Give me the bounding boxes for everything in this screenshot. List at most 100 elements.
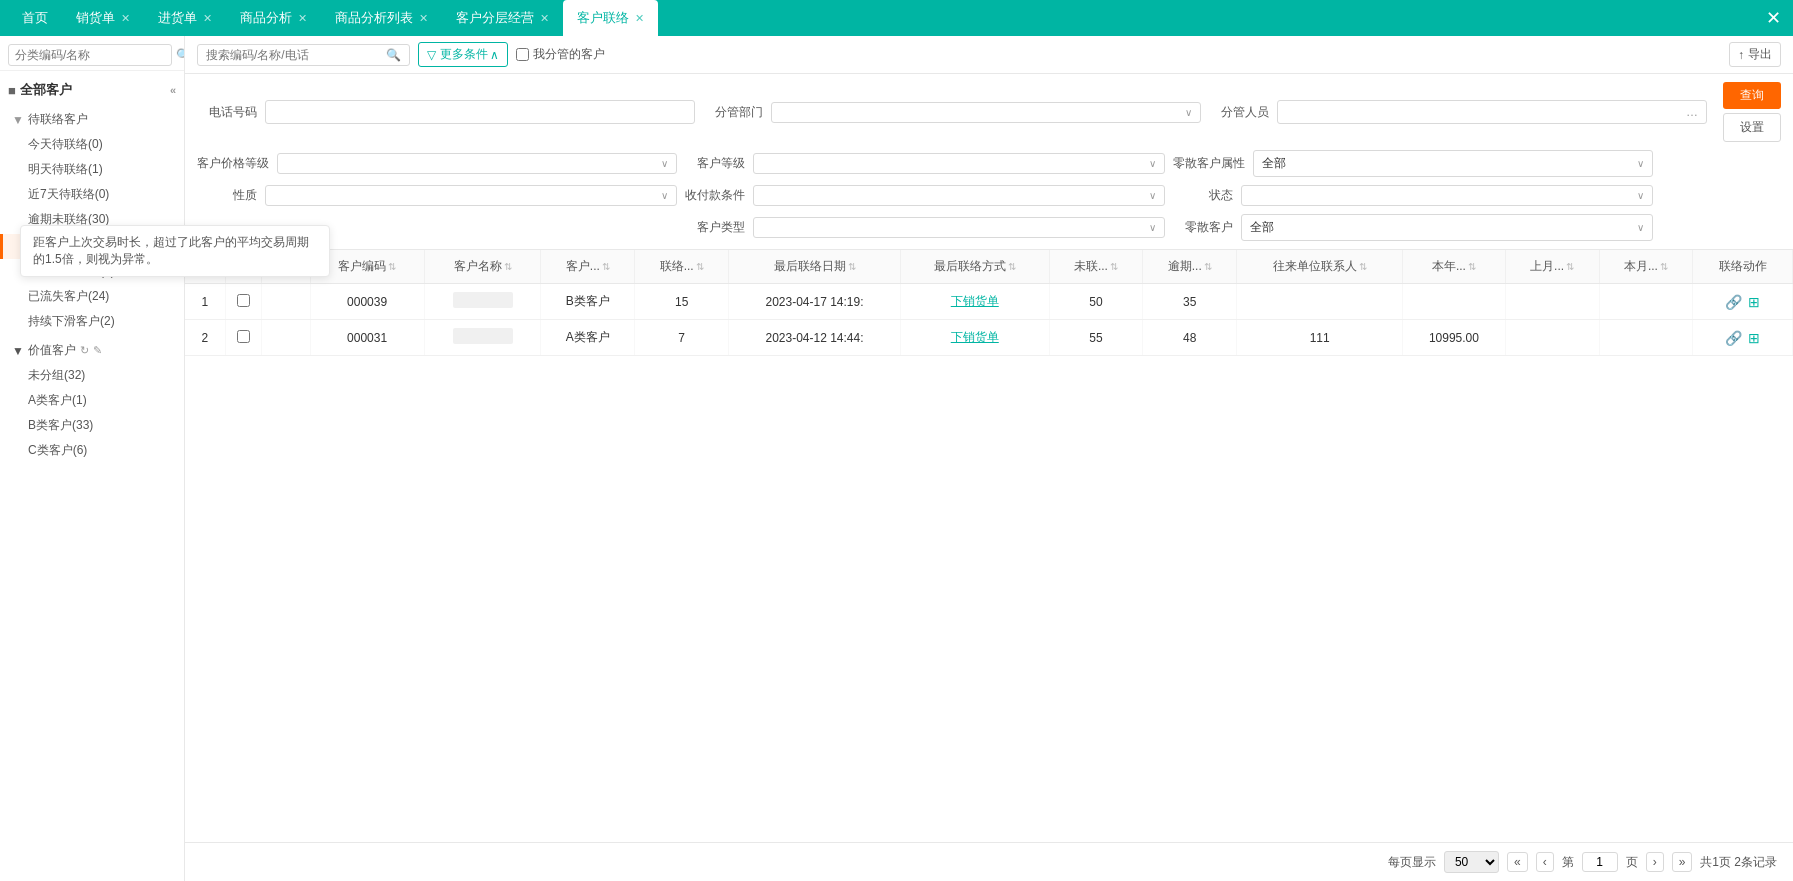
last-month-sort-icon[interactable]: ⇅ [1566,261,1574,272]
all-customers-title[interactable]: ■ 全部客户 « [0,75,184,105]
lost-customers-item[interactable]: 已流失客户(24) [0,284,184,309]
customer-search-input[interactable] [206,48,386,62]
nav-sales[interactable]: 销货单 ✕ [62,0,144,36]
first-page-button[interactable]: « [1507,852,1528,872]
settings-button[interactable]: 设置 [1723,113,1781,142]
nav-customer-contact[interactable]: 客户联络 ✕ [563,0,658,36]
this-year-sort-icon[interactable]: ⇅ [1468,261,1476,272]
nature-label: 性质 [197,187,257,204]
c-class-item[interactable]: C类客户(6) [0,438,184,463]
top-navigation: 首页 销货单 ✕ 进货单 ✕ 商品分析 ✕ 商品分析列表 ✕ 客户分层经营 ✕ … [0,0,1793,36]
th-name: 客户名称 ⇅ [424,250,541,284]
th-contact: 联络... ⇅ [635,250,729,284]
row2-grid-icon[interactable]: ⊞ [1748,330,1760,346]
per-page-select[interactable]: 50 100 [1444,851,1499,873]
row2-last-date: 2023-04-12 14:44: [729,320,901,356]
name-sort-icon[interactable]: ⇅ [504,261,512,272]
code-sort-icon[interactable]: ⇅ [388,261,396,272]
person-select[interactable]: … [1277,100,1707,124]
scattered-attr-select[interactable]: 全部 ∨ [1253,150,1653,177]
category-sort-icon[interactable]: ⇅ [602,261,610,272]
row1-actions: 🔗 ⊞ [1693,284,1793,320]
row1-grid-icon[interactable]: ⊞ [1748,294,1760,310]
close-purchase-icon[interactable]: ✕ [203,12,212,25]
close-all-tabs-button[interactable]: ✕ [1766,7,1781,29]
department-chevron-icon: ∨ [1185,107,1192,118]
expand-all-icon: ■ [8,83,16,98]
phone-label: 电话号码 [197,104,257,121]
sidebar-search-input[interactable] [8,44,172,66]
sidebar-search-area: 🔍 [0,36,184,71]
department-select[interactable]: ∨ [771,102,1201,123]
total-label: 共1页 2条记录 [1700,854,1777,871]
this-month-sort-icon[interactable]: ⇅ [1660,261,1668,272]
contact-sort-icon[interactable]: ⇅ [696,261,704,272]
last-way-sort-icon[interactable]: ⇅ [1008,261,1016,272]
row2-last-way-link[interactable]: 下销货单 [951,330,999,344]
row1-checkbox[interactable] [237,294,250,307]
filter-bar: 🔍 ▽ 更多条件 ∧ 我分管的客户 ↑ 导出 [185,36,1793,74]
more-conditions-button[interactable]: ▽ 更多条件 ∧ [418,42,508,67]
nav-customer-segments[interactable]: 客户分层经营 ✕ [442,0,563,36]
pending-contact-title[interactable]: ▼ 待联络客户 [0,107,184,132]
last-page-button[interactable]: » [1672,852,1693,872]
row1-last-way-link[interactable]: 下销货单 [951,294,999,308]
past-units-sort-icon[interactable]: ⇅ [1359,261,1367,272]
nav-home[interactable]: 首页 [8,0,62,36]
close-customer-segments-icon[interactable]: ✕ [540,12,549,25]
my-customer-checkbox-label[interactable]: 我分管的客户 [516,46,605,63]
edit-value-icon[interactable]: ✎ [93,344,102,357]
row2-past-units: 111 [1237,320,1403,356]
close-customer-contact-icon[interactable]: ✕ [635,12,644,25]
collapse-sidebar-icon[interactable]: « [170,84,176,96]
query-button[interactable]: 查询 [1723,82,1781,109]
row1-setting [261,284,310,320]
row2-link-icon[interactable]: 🔗 [1725,330,1742,346]
b-class-item[interactable]: B类客户(33) [0,413,184,438]
page-input[interactable] [1582,852,1618,872]
close-product-analysis-icon[interactable]: ✕ [298,12,307,25]
nature-select[interactable]: ∨ [265,185,677,206]
overdue-sort-icon[interactable]: ⇅ [1204,261,1212,272]
row1-name [424,284,541,320]
week-pending-item[interactable]: 近7天待联络(0) [0,182,184,207]
search-input-wrapper: 🔍 [197,44,410,66]
filter-cell-person: 分管人员 … [1209,100,1707,124]
prev-page-button[interactable]: ‹ [1536,852,1554,872]
export-button[interactable]: ↑ 导出 [1729,42,1781,67]
value-customer-title[interactable]: ▼ 价值客户 ↻ ✎ [0,338,184,363]
row1-link-icon[interactable]: 🔗 [1725,294,1742,310]
sidebar-search-icon[interactable]: 🔍 [176,48,185,62]
customer-type-select[interactable]: ∨ [753,217,1165,238]
customer-level-chevron-icon: ∨ [1149,158,1156,169]
nav-product-analysis-list[interactable]: 商品分析列表 ✕ [321,0,442,36]
uncontacted-sort-icon[interactable]: ⇅ [1110,261,1118,272]
price-level-select[interactable]: ∨ [277,153,677,174]
row1-this-year [1403,284,1506,320]
row2-checkbox[interactable] [237,330,250,343]
continuous-decline-item[interactable]: 持续下滑客户(2) [0,309,184,334]
phone-input[interactable] [265,100,695,124]
customer-level-select[interactable]: ∨ [753,153,1165,174]
status-chevron-icon: ∨ [1637,190,1644,201]
today-pending-item[interactable]: 今天待联络(0) [0,132,184,157]
scattered-select[interactable]: 全部 ∨ [1241,214,1653,241]
nav-purchase[interactable]: 进货单 ✕ [144,0,226,36]
close-sales-icon[interactable]: ✕ [121,12,130,25]
unclassified-item[interactable]: 未分组(32) [0,363,184,388]
tomorrow-pending-item[interactable]: 明天待联络(1) [0,157,184,182]
next-page-button[interactable]: › [1646,852,1664,872]
filter-cell-phone: 电话号码 [197,100,695,124]
nav-product-analysis[interactable]: 商品分析 ✕ [226,0,321,36]
status-select[interactable]: ∨ [1241,185,1653,206]
th-last-month: 上月... ⇅ [1505,250,1599,284]
my-customer-checkbox[interactable] [516,48,529,61]
payment-select[interactable]: ∨ [753,185,1165,206]
row2-last-way: 下销货单 [900,320,1049,356]
value-customer-section: ▼ 价值客户 ↻ ✎ 未分组(32) A类客户(1) B类客户(33) C类客户… [0,334,184,467]
close-product-list-icon[interactable]: ✕ [419,12,428,25]
th-uncontacted: 未联... ⇅ [1049,250,1143,284]
last-date-sort-icon[interactable]: ⇅ [848,261,856,272]
content-area: 🔍 ▽ 更多条件 ∧ 我分管的客户 ↑ 导出 电话号码 [185,36,1793,881]
a-class-item[interactable]: A类客户(1) [0,388,184,413]
